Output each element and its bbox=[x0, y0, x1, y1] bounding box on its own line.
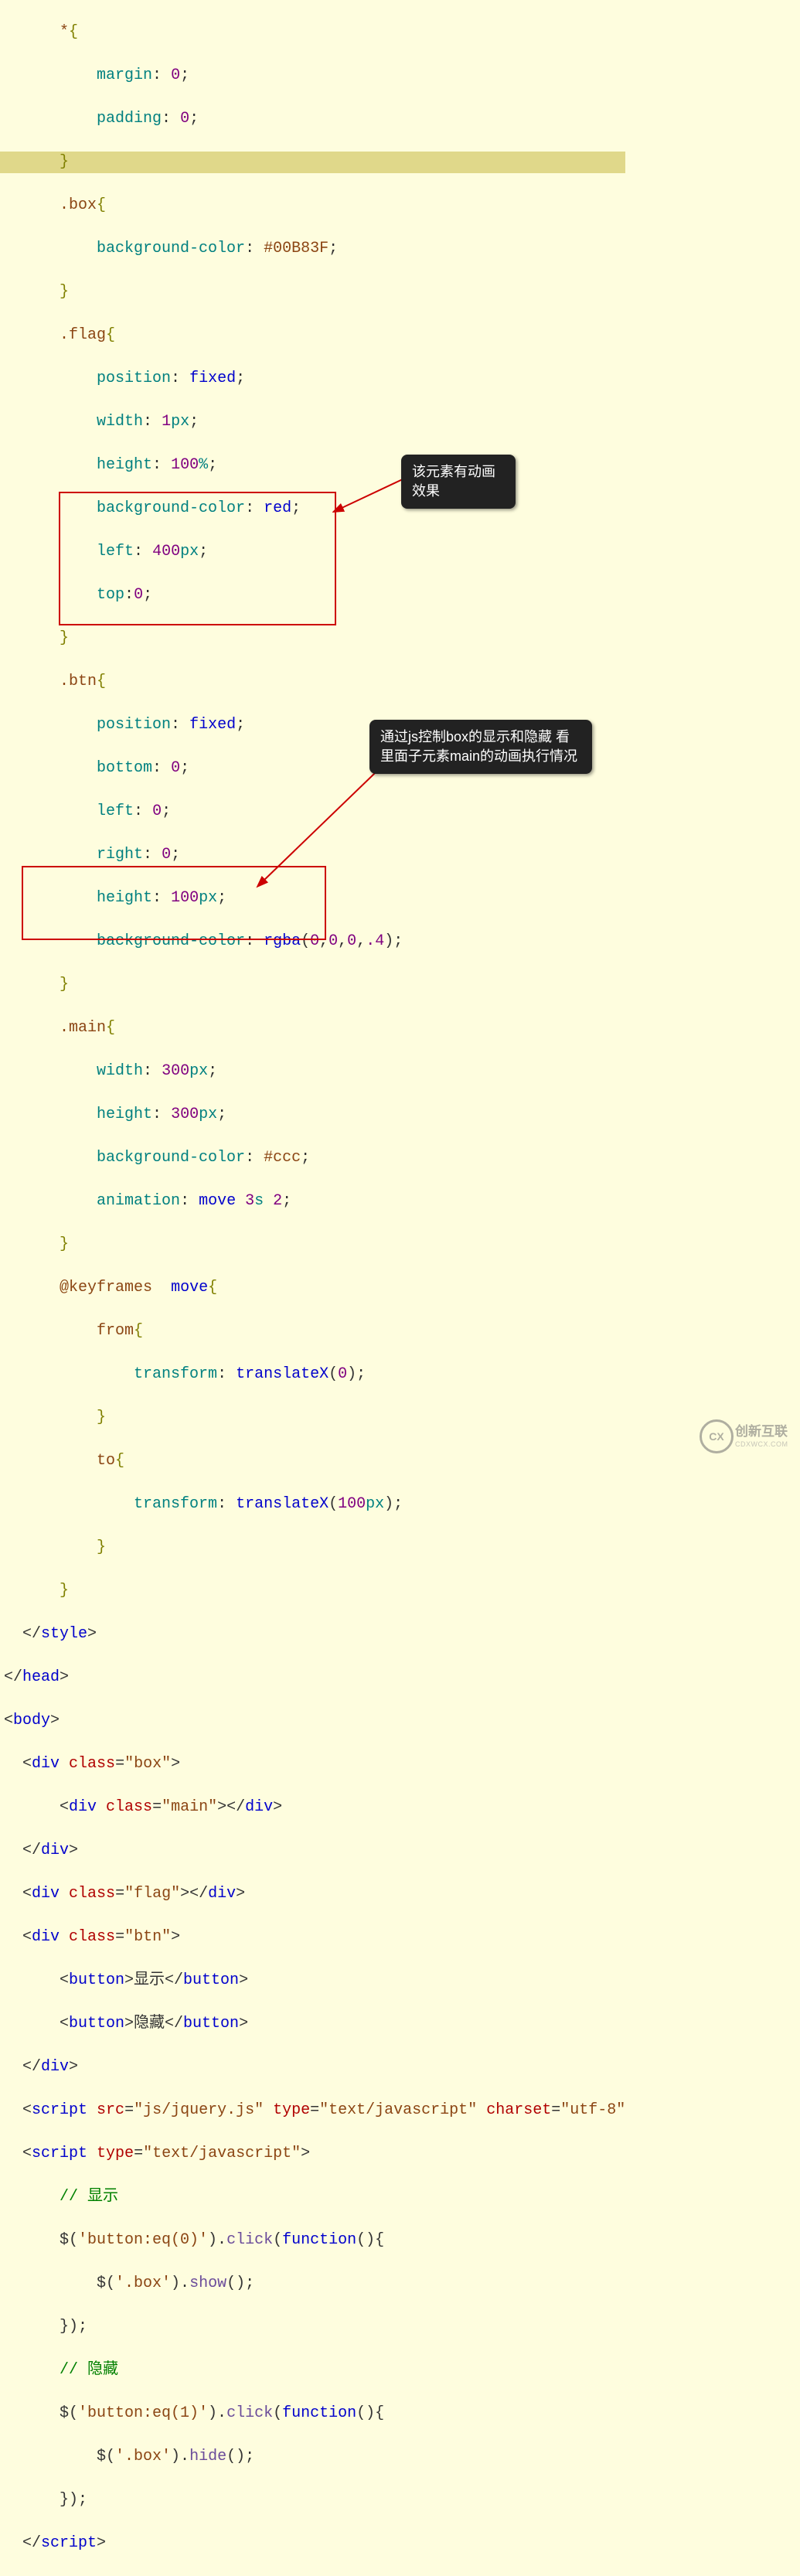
callout-1-text: 该元素有动画效果 bbox=[412, 464, 495, 499]
code-editor: *{ margin: 0; padding: 0; } .box{ backgr… bbox=[0, 0, 625, 2576]
callout-js-control: 通过js控制box的显示和隐藏 看里面子元素main的动画执行情况 bbox=[369, 720, 592, 774]
watermark-url: CDXWCX.COM bbox=[735, 1440, 788, 1450]
watermark-logo-icon: CX bbox=[700, 1419, 734, 1453]
annotation-box-html-box-div bbox=[22, 866, 326, 940]
watermark-brand: 创新互联 bbox=[735, 1423, 788, 1441]
annotation-box-main-css bbox=[59, 492, 336, 625]
callout-2-text: 通过js控制box的显示和隐藏 看里面子元素main的动画执行情况 bbox=[380, 729, 577, 764]
callout-animation-effect: 该元素有动画效果 bbox=[401, 455, 516, 509]
watermark: CX 创新互联 CDXWCX.COM bbox=[692, 1412, 800, 1466]
